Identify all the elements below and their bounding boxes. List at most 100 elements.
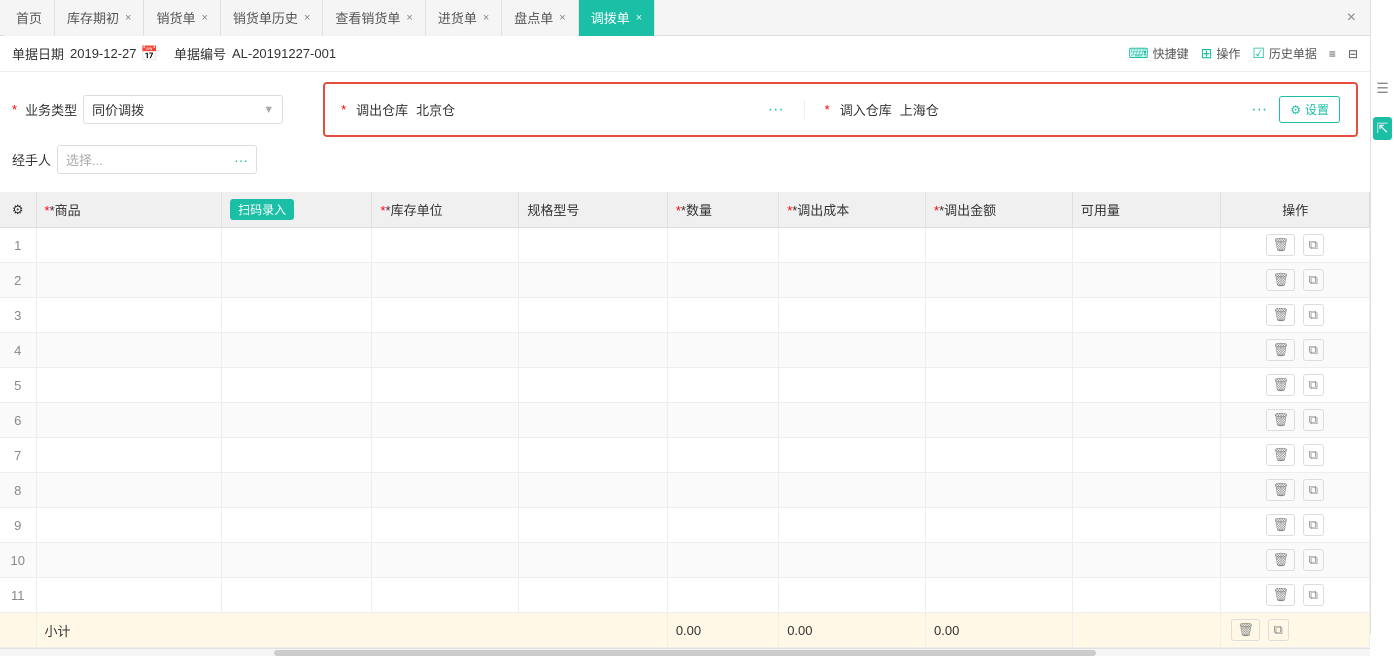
agent-more[interactable]: ···: [234, 152, 248, 168]
tab-home[interactable]: 首页: [4, 0, 55, 36]
row-delete-11[interactable]: 🗑: [1266, 584, 1295, 606]
tab-stocktake[interactable]: 盘点单 ×: [502, 0, 578, 36]
row-delete-4[interactable]: 🗑: [1266, 339, 1295, 361]
settings-gear-icon: ⚙: [1290, 103, 1301, 117]
col-header-cost: **调出成本: [779, 192, 926, 228]
row-copy-9[interactable]: ⧉: [1303, 514, 1324, 536]
tab-close-stocktake[interactable]: ×: [559, 12, 565, 24]
calendar-icon[interactable]: 📅: [141, 45, 158, 62]
toolbar-right: ⌨ 快捷键 ⊞ 操作 ☑ 历史单据 ≡ ⊟: [1128, 45, 1358, 62]
tab-transfer[interactable]: 调拨单 ×: [579, 0, 655, 36]
row-delete-5[interactable]: 🗑: [1266, 374, 1295, 396]
row-delete-3[interactable]: 🗑: [1266, 304, 1295, 326]
row-copy-2[interactable]: ⧉: [1303, 269, 1324, 291]
warehouse-out-more[interactable]: ···: [768, 101, 784, 119]
row-copy-5[interactable]: ⧉: [1303, 374, 1324, 396]
tab-view-sales[interactable]: 查看销货单 ×: [323, 0, 425, 36]
operate-action[interactable]: ⊞ 操作: [1201, 45, 1241, 62]
business-type-select[interactable]: 同价调拨 ▼: [83, 95, 283, 124]
subtotal-amount: 0.00: [926, 613, 1073, 648]
row-copy-6[interactable]: ⧉: [1303, 409, 1324, 431]
tab-close-sales[interactable]: ×: [201, 12, 207, 24]
row-copy-10[interactable]: ⧉: [1303, 549, 1324, 571]
row-delete-10[interactable]: 🗑: [1266, 549, 1295, 571]
row-num-7: 7: [0, 438, 36, 473]
sidebar-expand-icon[interactable]: ⇱: [1373, 117, 1393, 140]
data-table-wrap: ⚙ **商品 扫码录入 **库存单位 规格型号 **数量: [0, 192, 1370, 656]
settings-button[interactable]: ⚙ 设置: [1279, 96, 1340, 123]
row-num-8: 8: [0, 473, 36, 508]
agent-select[interactable]: 选择... ···: [57, 145, 257, 174]
tab-close-sales-history[interactable]: ×: [304, 12, 310, 24]
tab-close-view-sales[interactable]: ×: [406, 12, 412, 24]
operate-label: 操作: [1216, 45, 1240, 62]
row-delete-7[interactable]: 🗑: [1266, 444, 1295, 466]
data-table: ⚙ **商品 扫码录入 **库存单位 规格型号 **数量: [0, 192, 1370, 648]
row-delete-2[interactable]: 🗑: [1266, 269, 1295, 291]
scrollbar[interactable]: [0, 648, 1370, 656]
tab-sales[interactable]: 销货单 ×: [144, 0, 220, 36]
warehouse-in-value: 上海仓: [900, 100, 950, 119]
warehouse-out-label: 调出仓库: [356, 100, 408, 119]
row-delete-1[interactable]: 🗑: [1266, 234, 1295, 256]
row-delete-9[interactable]: 🗑: [1266, 514, 1295, 536]
scan-button[interactable]: 扫码录入: [230, 199, 294, 220]
tab-close-transfer[interactable]: ×: [636, 12, 642, 24]
history-action[interactable]: ☑ 历史单据: [1252, 45, 1317, 62]
col-header-settings[interactable]: ⚙: [0, 192, 36, 228]
date-field-group: 单据日期 2019-12-27 📅: [12, 44, 158, 63]
row-delete-8[interactable]: 🗑: [1266, 479, 1295, 501]
row-copy-8[interactable]: ⧉: [1303, 479, 1324, 501]
number-field-group: 单据编号 AL-20191227-001: [174, 44, 336, 63]
col-header-scan: 扫码录入: [222, 192, 372, 228]
toolbar: 单据日期 2019-12-27 📅 单据编号 AL-20191227-001 ⌨…: [0, 36, 1370, 72]
table-row: 6 🗑 ⧉: [0, 403, 1370, 438]
tab-close-purchase[interactable]: ×: [483, 12, 489, 24]
row-copy-4[interactable]: ⧉: [1303, 339, 1324, 361]
col-header-product: **商品: [36, 192, 222, 228]
close-all-tabs[interactable]: ×: [1337, 9, 1366, 27]
row-num-6: 6: [0, 403, 36, 438]
table-row: 4 🗑 ⧉: [0, 333, 1370, 368]
col-header-avail: 可用量: [1072, 192, 1220, 228]
warehouse-in-required: *: [825, 102, 830, 117]
row-copy-7[interactable]: ⧉: [1303, 444, 1324, 466]
row-num-1: 1: [0, 228, 36, 263]
date-value: 2019-12-27: [70, 46, 137, 61]
table-row: 2 🗑 ⧉: [0, 263, 1370, 298]
settings-label: 设置: [1305, 101, 1329, 118]
row-delete-6[interactable]: 🗑: [1266, 409, 1295, 431]
subtotal-copy[interactable]: ⧉: [1268, 619, 1289, 641]
table-header-row: ⚙ **商品 扫码录入 **库存单位 规格型号 **数量: [0, 192, 1370, 228]
table-row: 9 🗑 ⧉: [0, 508, 1370, 543]
row-copy-3[interactable]: ⧉: [1303, 304, 1324, 326]
business-type-group: * 业务类型 同价调拨 ▼: [12, 95, 283, 124]
grid-icon: ⊟: [1348, 47, 1358, 61]
tab-sales-history[interactable]: 销货单历史 ×: [221, 0, 323, 36]
subtotal-cost: 0.00: [779, 613, 926, 648]
tab-inventory-init[interactable]: 库存期初 ×: [55, 0, 144, 36]
warehouse-in-more[interactable]: ···: [1251, 101, 1267, 119]
form-area: * 业务类型 同价调拨 ▼ * 调出仓库 北京仓 ··· *: [0, 72, 1370, 192]
row-num-11: 11: [0, 578, 36, 613]
view-toggle-list[interactable]: ≡: [1329, 47, 1336, 61]
row-copy-1[interactable]: ⧉: [1303, 234, 1324, 256]
date-input[interactable]: 2019-12-27 📅: [70, 45, 158, 62]
tab-purchase[interactable]: 进货单 ×: [426, 0, 502, 36]
col-header-spec: 规格型号: [519, 192, 667, 228]
sidebar-list-icon[interactable]: ☰: [1376, 80, 1389, 97]
row-copy-11[interactable]: ⧉: [1303, 584, 1324, 606]
row-num-9: 9: [0, 508, 36, 543]
tab-close-inventory-init[interactable]: ×: [125, 12, 131, 24]
shortcut-action[interactable]: ⌨ 快捷键: [1128, 45, 1188, 62]
agent-label: 经手人: [12, 150, 51, 169]
table-body: 1 🗑 ⧉ 2: [0, 228, 1370, 648]
table-row: 3 🗑 ⧉: [0, 298, 1370, 333]
view-toggle-grid[interactable]: ⊟: [1348, 47, 1358, 61]
operate-icon: ⊞: [1201, 45, 1213, 62]
warehouse-box: * 调出仓库 北京仓 ··· * 调入仓库 上海仓 ··· ⚙ 设置: [323, 82, 1358, 137]
warehouse-out-item: * 调出仓库 北京仓 ···: [341, 100, 784, 119]
table-row: 5 🗑 ⧉: [0, 368, 1370, 403]
subtotal-delete[interactable]: 🗑: [1231, 619, 1260, 641]
col-header-amount: **调出金额: [926, 192, 1073, 228]
